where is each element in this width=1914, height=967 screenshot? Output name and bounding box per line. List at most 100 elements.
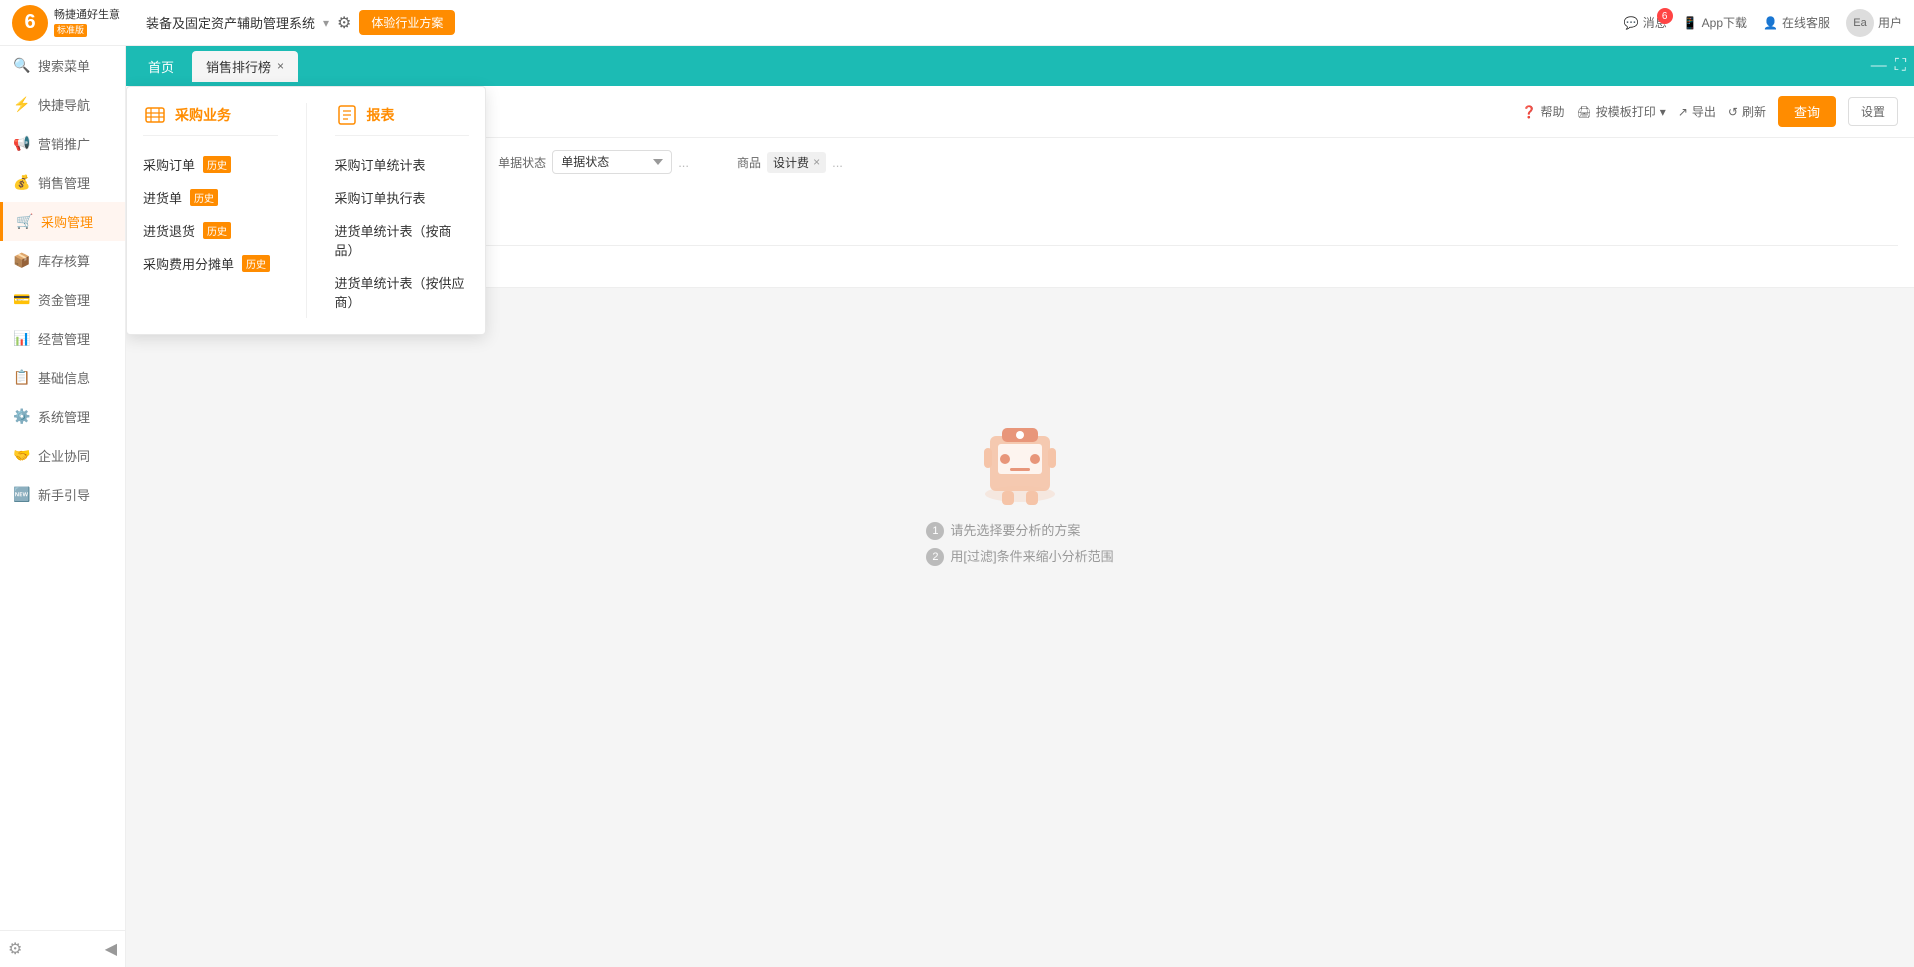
expense-badge: 历史 [242, 255, 270, 272]
system-dropdown-icon[interactable] [323, 15, 329, 30]
filter-goods: 商品 设计费 × ... [737, 152, 843, 173]
nav-icon [14, 97, 30, 113]
refresh-label: 刷新 [1742, 103, 1766, 120]
enterprise-icon [14, 448, 30, 464]
window-controls: — ⛶ [1871, 57, 1906, 75]
purchase-icon [17, 214, 33, 230]
logo-text: 畅捷通好生意 标准版 [54, 8, 120, 38]
footer-settings-btn[interactable]: ⚙ [8, 939, 22, 959]
service-icon: 👤 [1763, 16, 1778, 30]
menu-item-expense[interactable]: 采购费用分摊单 历史 [143, 247, 278, 280]
return-badge: 历史 [203, 222, 231, 239]
hint-num-1: 1 [926, 522, 944, 540]
help-btn[interactable]: ❓ 帮助 [1522, 103, 1565, 120]
export-btn[interactable]: ↗ 导出 [1678, 103, 1716, 120]
goods-tag-close[interactable]: × [813, 155, 820, 169]
doc-status-dots[interactable]: ... [678, 155, 689, 170]
user-label: 用户 [1878, 14, 1902, 31]
menu-item-po-stats[interactable]: 采购订单统计表 [335, 148, 470, 181]
business-section-icon [143, 103, 167, 127]
purchase-order-label: 采购订单 [143, 155, 195, 174]
inventory-icon [14, 253, 30, 269]
sidebar-label-operation: 经营管理 [38, 329, 90, 348]
sidebar-label-inventory: 库存核算 [38, 251, 90, 270]
purchase-report-section: 报表 采购订单统计表 采购订单执行表 进货单统计表（按商品） 进货单统计表（按供 [335, 103, 470, 318]
logo-name: 畅捷通好生意 [54, 8, 120, 22]
message-btn[interactable]: 💬 消息 6 [1624, 14, 1667, 31]
app-download-btn[interactable]: 📱 App下载 [1683, 14, 1747, 31]
empty-hints: 1 请先选择要分析的方案 2 用[过滤]条件来缩小分析范围 [926, 518, 1113, 570]
tab-bar: 首页 销售排行榜 × — ⛶ [126, 46, 1914, 86]
sidebar-item-search[interactable]: 搜索菜单 [0, 46, 125, 85]
industry-btn[interactable]: 体验行业方案 [359, 10, 455, 35]
tab-sales-ranking[interactable]: 销售排行榜 × [192, 51, 298, 82]
top-nav: 装备及固定资产辅助管理系统 体验行业方案 [138, 10, 1624, 35]
search-icon [14, 58, 30, 74]
guide-icon [14, 487, 30, 503]
sidebar-item-finance[interactable]: 资金管理 [0, 280, 125, 319]
hint-item-1: 1 请先选择要分析的方案 [926, 518, 1113, 544]
app-download-label: App下载 [1702, 14, 1747, 31]
marketing-icon [14, 136, 30, 152]
maximize-btn[interactable]: ⛶ [1895, 57, 1906, 75]
print-icon: 🖨 [1577, 105, 1592, 119]
settings-icon[interactable] [337, 13, 351, 33]
sidebar-item-enterprise[interactable]: 企业协同 [0, 436, 125, 475]
app-download-icon: 📱 [1683, 16, 1698, 30]
supplier-stats-label: 进货单统计表（按供应商） [335, 273, 470, 311]
filter-doc-status: 单据状态 单据状态 ... [498, 150, 689, 174]
minimize-btn[interactable]: — [1871, 57, 1887, 75]
report-section-title: 报表 [367, 105, 395, 125]
logo-badge: 标准版 [54, 24, 87, 38]
sidebar-label-enterprise: 企业协同 [38, 446, 90, 465]
online-service-btn[interactable]: 👤 在线客服 [1763, 14, 1830, 31]
top-actions: 💬 消息 6 📱 App下载 👤 在线客服 Ea 用户 [1624, 9, 1902, 37]
menu-item-po-exec[interactable]: 采购订单执行表 [335, 181, 470, 214]
sidebar-item-guide[interactable]: 新手引导 [0, 475, 125, 514]
query-btn[interactable]: 查询 [1778, 96, 1836, 127]
sidebar-item-operation[interactable]: 经营管理 [0, 319, 125, 358]
business-section-title: 采购业务 [175, 105, 231, 125]
menu-item-goods-stats[interactable]: 进货单统计表（按商品） [335, 214, 470, 266]
po-exec-label: 采购订单执行表 [335, 188, 426, 207]
sidebar-item-basic[interactable]: 基础信息 [0, 358, 125, 397]
footer-collapse-btn[interactable]: ◀ [105, 939, 117, 959]
goods-tag: 设计费 × [767, 152, 826, 173]
sidebar-label-system: 系统管理 [38, 407, 90, 426]
export-icon: ↗ [1678, 105, 1688, 119]
hint-text-1: 请先选择要分析的方案 [950, 518, 1080, 544]
sidebar-label-finance: 资金管理 [38, 290, 90, 309]
tab-close-icon[interactable]: × [277, 59, 284, 73]
menu-item-supplier-stats[interactable]: 进货单统计表（按供应商） [335, 266, 470, 318]
print-btn[interactable]: 🖨 按模板打印 ▾ [1577, 103, 1666, 120]
sidebar-item-sales[interactable]: 销售管理 [0, 163, 125, 202]
doc-status-select[interactable]: 单据状态 [552, 150, 672, 174]
sidebar-label-nav: 快捷导航 [38, 95, 90, 114]
user-btn[interactable]: Ea 用户 [1846, 9, 1902, 37]
refresh-btn[interactable]: ↺ 刷新 [1728, 103, 1766, 120]
doc-status-label: 单据状态 [498, 154, 546, 171]
goods-dots[interactable]: ... [832, 155, 843, 170]
sidebar-item-nav[interactable]: 快捷导航 [0, 85, 125, 124]
sidebar-label-marketing: 营销推广 [38, 134, 90, 153]
empty-state: 1 请先选择要分析的方案 2 用[过滤]条件来缩小分析范围 [126, 288, 1914, 688]
return-label: 进货退货 [143, 221, 195, 240]
menu-item-incoming[interactable]: 进货单 历史 [143, 181, 278, 214]
sidebar-item-marketing[interactable]: 营销推广 [0, 124, 125, 163]
operation-icon [14, 331, 30, 347]
menu-item-return[interactable]: 进货退货 历史 [143, 214, 278, 247]
sidebar: 搜索菜单 快捷导航 营销推广 销售管理 采购管理 库存核算 [0, 46, 126, 967]
purchase-report-header: 报表 [335, 103, 470, 136]
sidebar-item-system[interactable]: 系统管理 [0, 397, 125, 436]
sidebar-item-purchase[interactable]: 采购管理 [0, 202, 125, 241]
expense-label: 采购费用分摊单 [143, 254, 234, 273]
sidebar-footer: ⚙ ◀ [0, 930, 125, 967]
incoming-badge: 历史 [190, 189, 218, 206]
message-icon: 💬 [1624, 16, 1639, 30]
menu-item-purchase-order[interactable]: 采购订单 历史 [143, 148, 278, 181]
print-dropdown-icon: ▾ [1660, 105, 1666, 119]
sales-icon [14, 175, 30, 191]
settings-btn[interactable]: 设置 [1848, 97, 1898, 126]
tab-home[interactable]: 首页 [134, 51, 188, 82]
sidebar-item-inventory[interactable]: 库存核算 [0, 241, 125, 280]
